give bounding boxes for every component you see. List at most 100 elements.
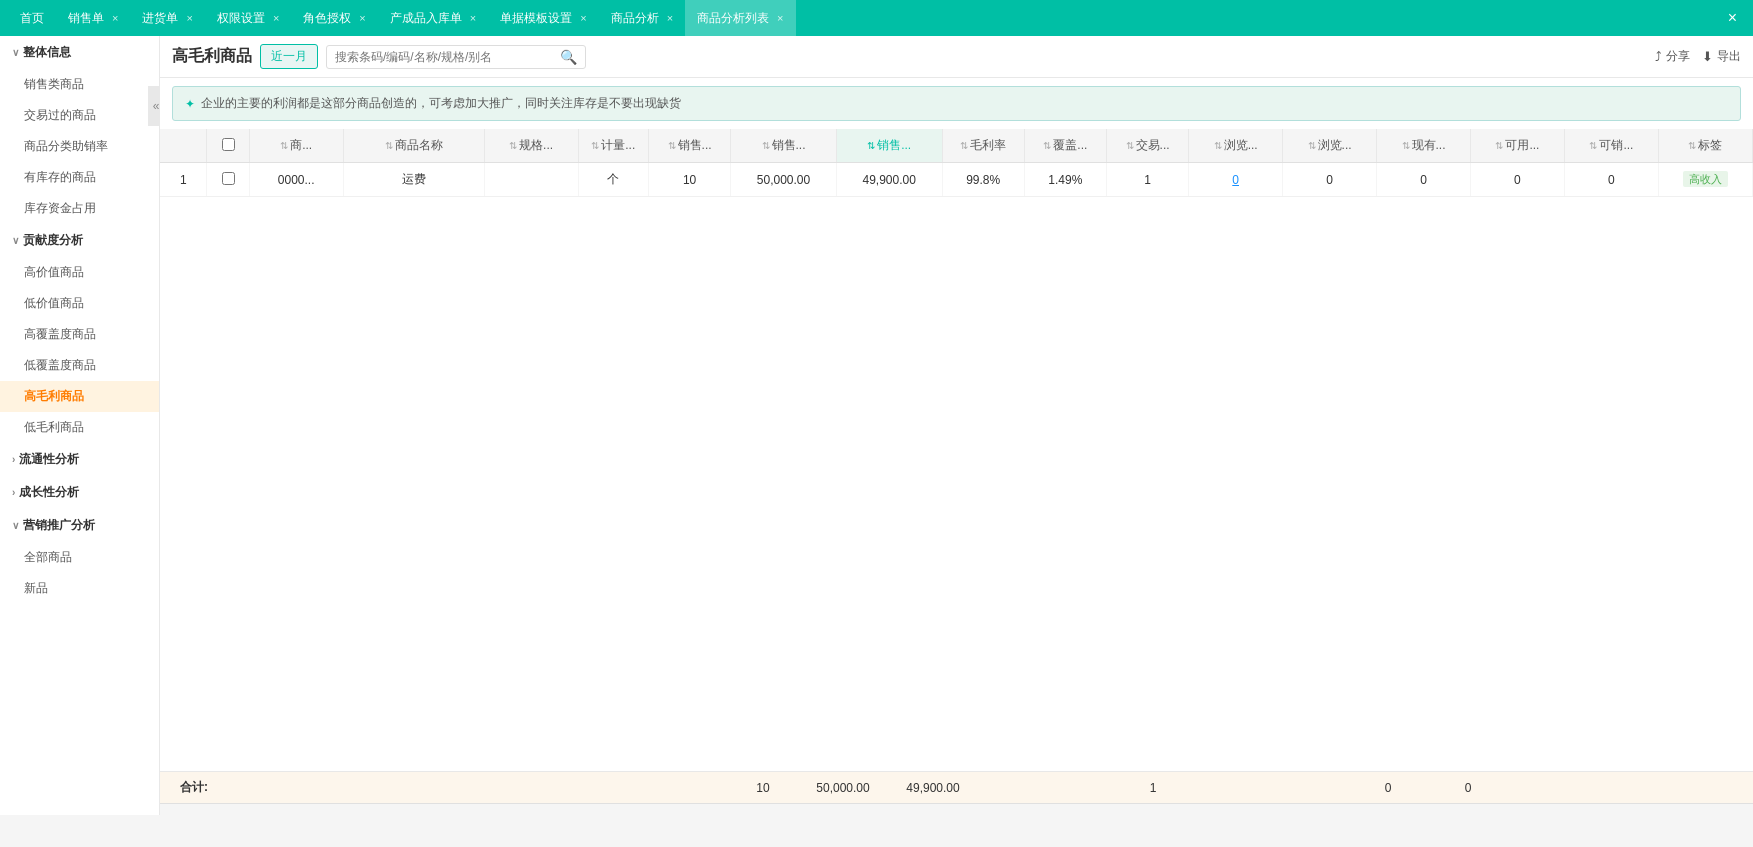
row-checkbox[interactable] xyxy=(207,163,249,197)
col-header-sellable[interactable]: ⇅ 可销... xyxy=(1564,129,1658,163)
sort-icon: ⇅ xyxy=(509,140,517,151)
footer-sales-qty: 10 xyxy=(728,781,798,795)
close-template-tab[interactable]: × xyxy=(580,12,586,24)
col-header-name[interactable]: ⇅ 商品名称 xyxy=(343,129,484,163)
col-header-check[interactable] xyxy=(207,129,249,163)
sidebar: « ∨ 整体信息 销售类商品 交易过的商品 商品分类助销率 有库存的商品 库存资… xyxy=(0,36,160,815)
sort-icon: ⇅ xyxy=(1589,140,1597,151)
col-header-num xyxy=(160,129,207,163)
col-header-stock1[interactable]: ⇅ 现有... xyxy=(1377,129,1471,163)
row-tag: 高收入 xyxy=(1658,163,1752,197)
col-header-trade[interactable]: ⇅ 交易... xyxy=(1106,129,1188,163)
col-header-code[interactable]: ⇅ 商... xyxy=(249,129,343,163)
export-btn[interactable]: ⬇ 导出 xyxy=(1702,48,1741,65)
row-name: 运费 xyxy=(343,163,484,197)
col-header-browse2[interactable]: ⇅ 浏览... xyxy=(1283,129,1377,163)
close-sales-tab[interactable]: × xyxy=(112,12,118,24)
sort-icon: ⇅ xyxy=(762,140,770,151)
page-title: 高毛利商品 xyxy=(172,46,252,67)
row-trade: 1 xyxy=(1106,163,1188,197)
sidebar-collapse-btn[interactable]: « xyxy=(148,86,160,126)
nav-tab-permission[interactable]: 权限设置 × xyxy=(205,0,291,36)
col-header-sales-qty[interactable]: ⇅ 销售... xyxy=(648,129,730,163)
sort-icon: ⇅ xyxy=(867,140,875,151)
nav-tab-analysis[interactable]: 商品分析 × xyxy=(599,0,685,36)
row-sales-cost: 49,900.00 xyxy=(836,163,942,197)
sidebar-item-low-coverage[interactable]: 低覆盖度商品 xyxy=(0,350,159,381)
close-product-in-tab[interactable]: × xyxy=(470,12,476,24)
sidebar-item-new-goods[interactable]: 新品 xyxy=(0,573,159,604)
sidebar-item-sales-goods[interactable]: 销售类商品 xyxy=(0,69,159,100)
row-sales-qty: 10 xyxy=(648,163,730,197)
nav-tab-home[interactable]: 首页 xyxy=(8,0,56,36)
arrow-icon: ∨ xyxy=(12,235,19,246)
col-header-spec[interactable]: ⇅ 规格... xyxy=(484,129,578,163)
sidebar-group-contribution[interactable]: ∨ 贡献度分析 xyxy=(0,224,159,257)
col-header-sales-cost[interactable]: ⇅ 销售... xyxy=(836,129,942,163)
nav-tab-purchase[interactable]: 进货单 × xyxy=(130,0,204,36)
close-analysis-tab[interactable]: × xyxy=(667,12,673,24)
sidebar-item-category-rate[interactable]: 商品分类助销率 xyxy=(0,131,159,162)
search-icon[interactable]: 🔍 xyxy=(560,49,577,65)
close-analysis-list-tab[interactable]: × xyxy=(777,12,783,24)
nav-tab-role[interactable]: 角色授权 × xyxy=(291,0,377,36)
col-header-browse1[interactable]: ⇅ 浏览... xyxy=(1189,129,1283,163)
sidebar-item-low-value[interactable]: 低价值商品 xyxy=(0,288,159,319)
nav-tab-product-in[interactable]: 产成品入库单 × xyxy=(378,0,488,36)
sidebar-group-marketing[interactable]: ∨ 营销推广分析 xyxy=(0,509,159,542)
col-header-sales-amt[interactable]: ⇅ 销售... xyxy=(731,129,837,163)
col-header-unit[interactable]: ⇅ 计量... xyxy=(578,129,648,163)
sidebar-item-all-goods[interactable]: 全部商品 xyxy=(0,542,159,573)
table-row: 1 0000... 运费 个 10 50,000.00 49,900.00 99… xyxy=(160,163,1753,197)
share-icon: ⤴ xyxy=(1655,49,1662,64)
sidebar-group-growth[interactable]: › 成长性分析 xyxy=(0,476,159,509)
col-header-cover[interactable]: ⇅ 覆盖... xyxy=(1024,129,1106,163)
nav-tab-template[interactable]: 单据模板设置 × xyxy=(488,0,598,36)
sidebar-item-stock-capital[interactable]: 库存资金占用 xyxy=(0,193,159,224)
row-browse2: 0 xyxy=(1283,163,1377,197)
sidebar-item-traded-goods[interactable]: 交易过的商品 xyxy=(0,100,159,131)
sort-icon: ⇅ xyxy=(1043,140,1051,151)
filter-recent-month-btn[interactable]: 近一月 xyxy=(260,44,318,69)
arrow-right-icon: › xyxy=(12,487,15,498)
footer-stock1: 0 xyxy=(1348,781,1428,795)
sidebar-group-liquidity[interactable]: › 流通性分析 xyxy=(0,443,159,476)
row-cover: 1.49% xyxy=(1024,163,1106,197)
close-purchase-tab[interactable]: × xyxy=(186,12,192,24)
col-header-gross[interactable]: ⇅ 毛利率 xyxy=(942,129,1024,163)
footer-sales-amt: 50,000.00 xyxy=(798,781,888,795)
footer-cells: 10 50,000.00 49,900.00 1 0 0 xyxy=(352,781,1741,795)
row-num: 1 xyxy=(160,163,207,197)
sort-icon: ⇅ xyxy=(591,140,599,151)
content-area: 高毛利商品 近一月 🔍 ⤴ 分享 ⬇ 导出 ✦ 企业的主要的利润都是这部分商品创… xyxy=(160,36,1753,815)
row-gross-rate: 99.8% xyxy=(942,163,1024,197)
sort-icon: ⇅ xyxy=(1308,140,1316,151)
arrow-icon: ∨ xyxy=(12,520,19,531)
select-all-checkbox[interactable] xyxy=(222,138,235,151)
arrow-icon: ∨ xyxy=(12,47,19,58)
data-table: ⇅ 商... ⇅ 商品名称 ⇅ xyxy=(160,129,1753,197)
sort-icon: ⇅ xyxy=(668,140,676,151)
horizontal-scrollbar[interactable] xyxy=(160,803,1753,815)
sidebar-item-high-value[interactable]: 高价值商品 xyxy=(0,257,159,288)
sidebar-item-high-coverage[interactable]: 高覆盖度商品 xyxy=(0,319,159,350)
sidebar-item-low-margin[interactable]: 低毛利商品 xyxy=(0,412,159,443)
col-header-tag[interactable]: ⇅ 标签 xyxy=(1658,129,1752,163)
info-icon: ✦ xyxy=(185,97,195,111)
nav-tab-analysis-list[interactable]: 商品分析列表 × xyxy=(685,0,795,36)
search-input[interactable] xyxy=(335,50,556,64)
high-income-badge: 高收入 xyxy=(1683,171,1728,187)
row-browse1[interactable]: 0 xyxy=(1189,163,1283,197)
footer-trade: 1 xyxy=(1118,781,1188,795)
close-permission-tab[interactable]: × xyxy=(273,12,279,24)
sidebar-group-overall[interactable]: ∨ 整体信息 xyxy=(0,36,159,69)
row-select-checkbox[interactable] xyxy=(222,172,235,185)
sidebar-item-high-margin[interactable]: 高毛利商品 xyxy=(0,381,159,412)
close-role-tab[interactable]: × xyxy=(359,12,365,24)
sidebar-item-stocked-goods[interactable]: 有库存的商品 xyxy=(0,162,159,193)
col-header-stock2[interactable]: ⇅ 可用... xyxy=(1470,129,1564,163)
nav-tab-sales[interactable]: 销售单 × xyxy=(56,0,130,36)
share-btn[interactable]: ⤴ 分享 xyxy=(1655,48,1690,65)
row-stock1: 0 xyxy=(1377,163,1471,197)
close-all-tabs-btn[interactable]: × xyxy=(1720,5,1745,31)
